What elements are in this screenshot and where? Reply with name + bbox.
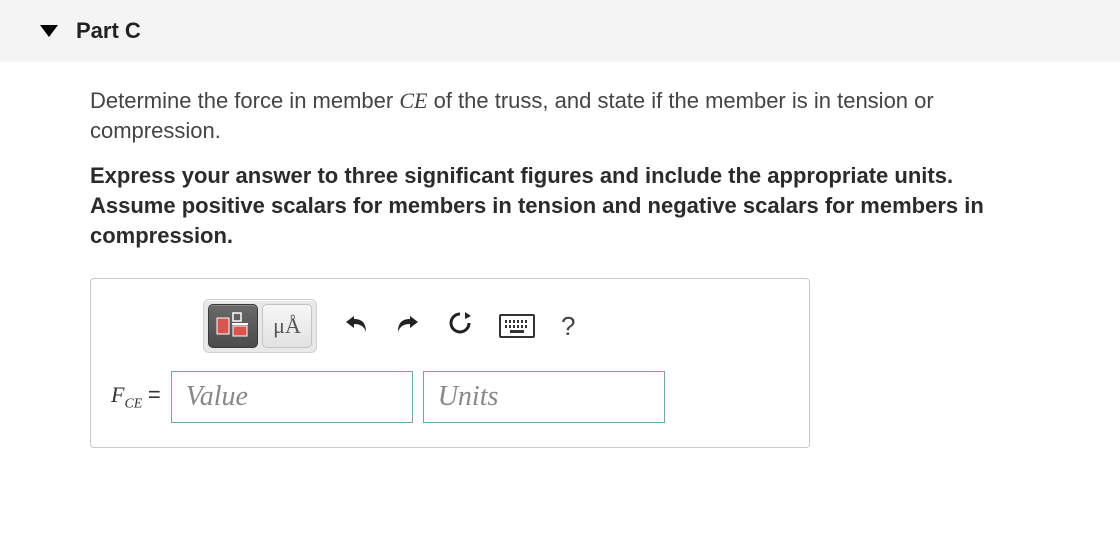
variable-main: F: [111, 382, 124, 407]
help-button[interactable]: ?: [561, 311, 575, 342]
keyboard-button[interactable]: [499, 314, 535, 338]
units-symbols-label: μÅ: [273, 313, 301, 339]
prompt-prefix: Determine the force in member: [90, 88, 399, 113]
variable-subscript: CE: [124, 397, 142, 412]
part-header[interactable]: Part C: [0, 0, 1120, 62]
answer-input-row: FCE =: [111, 371, 789, 423]
value-input[interactable]: [171, 371, 413, 423]
format-tool-group: μÅ: [203, 299, 317, 353]
reset-button[interactable]: [447, 310, 473, 343]
variable-label: FCE =: [111, 382, 161, 412]
toolbar: μÅ ?: [203, 299, 789, 353]
undo-button[interactable]: [343, 311, 369, 342]
units-input[interactable]: [423, 371, 665, 423]
equals-sign: =: [148, 382, 161, 407]
content-area: Determine the force in member CE of the …: [0, 62, 1060, 472]
redo-icon: [395, 313, 421, 335]
collapse-caret-icon: [40, 25, 58, 37]
reset-icon: [447, 310, 473, 336]
part-title: Part C: [76, 18, 141, 44]
templates-icon: [216, 312, 250, 340]
templates-button[interactable]: [208, 304, 258, 348]
units-symbols-button[interactable]: μÅ: [262, 304, 312, 348]
keyboard-icon: [505, 320, 529, 323]
redo-button[interactable]: [395, 311, 421, 342]
instruction-text: Express your answer to three significant…: [90, 161, 1040, 250]
undo-icon: [343, 313, 369, 335]
member-name: CE: [399, 88, 427, 113]
answer-box: μÅ ? FCE =: [90, 278, 810, 448]
question-prompt: Determine the force in member CE of the …: [90, 86, 1040, 145]
